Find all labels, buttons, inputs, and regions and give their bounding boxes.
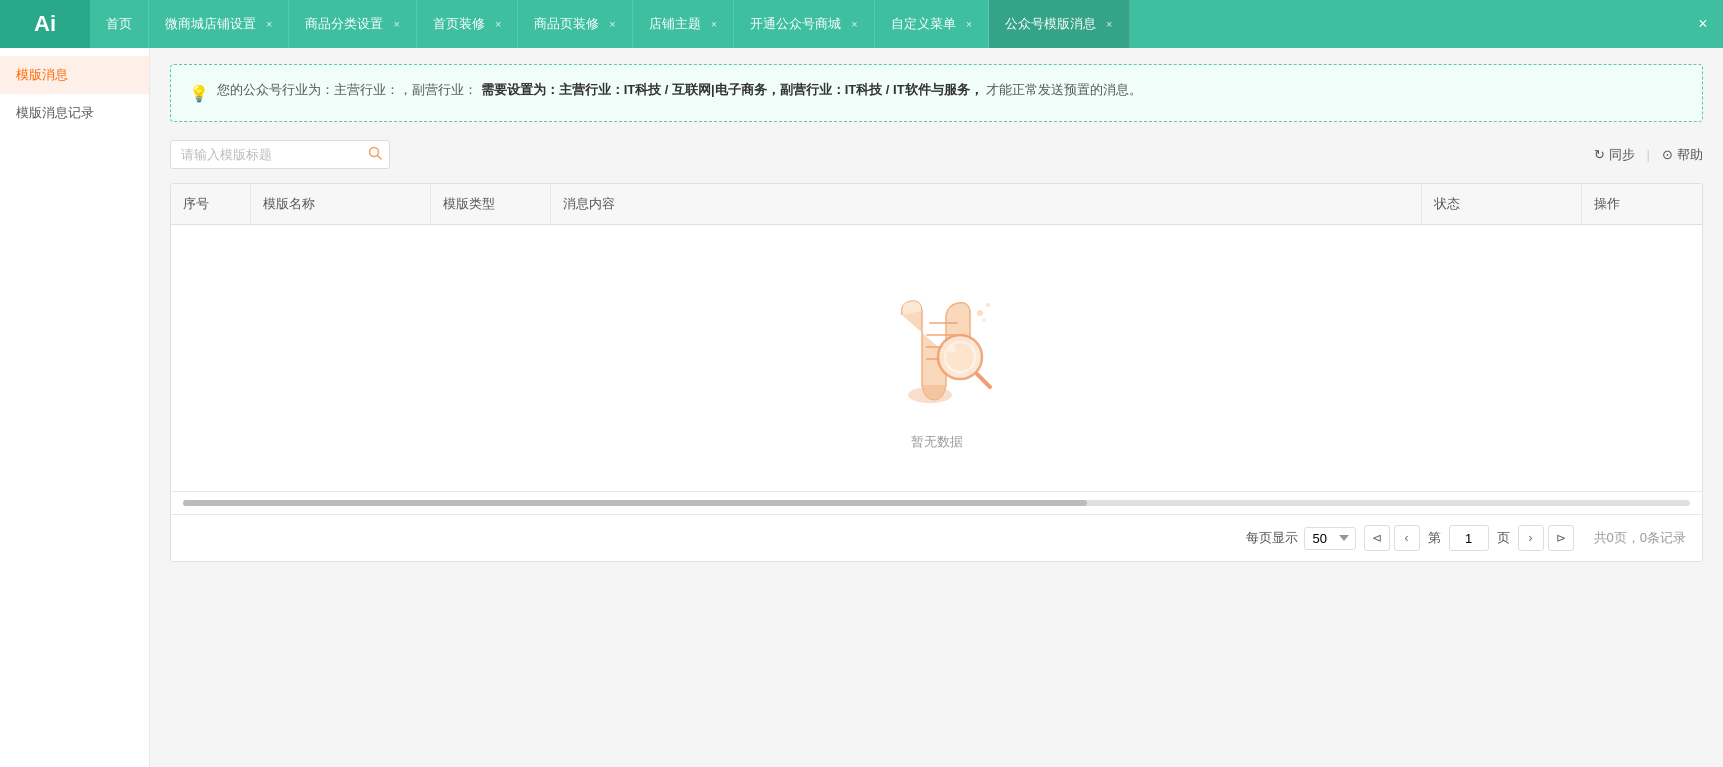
sidebar: 模版消息模版消息记录 [0, 48, 150, 767]
th-action: 操作 [1582, 184, 1702, 224]
current-page-input[interactable] [1449, 525, 1489, 551]
close-tab-product-category[interactable]: × [393, 18, 399, 30]
page-size-select: 每页显示 102050100 [1246, 527, 1356, 550]
logo: Ai [0, 0, 90, 48]
page-size-dropdown[interactable]: 102050100 [1304, 527, 1356, 550]
page-nav: ⊲ ‹ 第 页 › ⊳ [1364, 525, 1574, 551]
pagination: 每页显示 102050100 ⊲ ‹ 第 页 › ⊳ 共0页，0条记录 [171, 514, 1702, 561]
nav-tab-open-mall[interactable]: 开通公众号商城× [734, 0, 874, 48]
close-tab-custom-menu[interactable]: × [966, 18, 972, 30]
close-tab-wshop-settings[interactable]: × [266, 18, 272, 30]
svg-line-1 [378, 156, 382, 160]
total-info: 共0页，0条记录 [1594, 529, 1686, 547]
nav-tab-custom-menu[interactable]: 自定义菜单× [875, 0, 989, 48]
last-page-button[interactable]: ⊳ [1548, 525, 1574, 551]
empty-svg [872, 285, 1002, 415]
page-label: 页 [1497, 529, 1510, 547]
th-seq: 序号 [171, 184, 251, 224]
help-button[interactable]: ⊙ 帮助 [1662, 146, 1703, 164]
content-area: 💡 您的公众号行业为：主营行业：，副营行业： 需要设置为：主营行业：IT科技 /… [150, 48, 1723, 767]
close-tab-shop-theme[interactable]: × [711, 18, 717, 30]
first-page-button[interactable]: ⊲ [1364, 525, 1390, 551]
page-di-label: 第 [1428, 529, 1441, 547]
search-left [170, 140, 390, 169]
notice-box: 💡 您的公众号行业为：主营行业：，副营行业： 需要设置为：主营行业：IT科技 /… [170, 64, 1703, 122]
top-nav: Ai 首页微商城店铺设置×商品分类设置×首页装修×商品页装修×店铺主题×开通公众… [0, 0, 1723, 48]
page-size-label: 每页显示 [1246, 529, 1298, 547]
empty-state: 暂无数据 [171, 225, 1702, 491]
nav-tab-home-decor[interactable]: 首页装修× [417, 0, 518, 48]
table-wrap: 序号模版名称模版类型消息内容状态操作 [170, 183, 1703, 562]
divider: | [1647, 147, 1650, 162]
search-input-wrap [170, 140, 390, 169]
notice-prefix: 您的公众号行业为：主营行业：，副营行业： [217, 82, 477, 97]
table-header: 序号模版名称模版类型消息内容状态操作 [171, 184, 1702, 225]
svg-point-12 [977, 310, 983, 316]
svg-point-14 [982, 318, 986, 322]
nav-tab-wshop-settings[interactable]: 微商城店铺设置× [149, 0, 289, 48]
help-circle-icon: ⊙ [1662, 147, 1673, 162]
nav-tab-product-category[interactable]: 商品分类设置× [289, 0, 416, 48]
notice-icon: 💡 [189, 80, 209, 107]
sidebar-item-template-msg[interactable]: 模版消息 [0, 56, 149, 94]
nav-tab-product-decor[interactable]: 商品页装修× [518, 0, 632, 48]
logo-text: Ai [34, 11, 56, 37]
close-all-tabs-button[interactable]: × [1683, 0, 1723, 48]
nav-tab-shop-theme[interactable]: 店铺主题× [633, 0, 734, 48]
th-name: 模版名称 [251, 184, 431, 224]
search-input[interactable] [170, 140, 390, 169]
close-tab-open-mall[interactable]: × [851, 18, 857, 30]
horizontal-scrollbar[interactable] [183, 500, 1690, 506]
th-type: 模版类型 [431, 184, 551, 224]
nav-tabs: 首页微商城店铺设置×商品分类设置×首页装修×商品页装修×店铺主题×开通公众号商城… [90, 0, 1683, 48]
sync-label: 同步 [1609, 146, 1635, 164]
scrollbar-thumb[interactable] [183, 500, 1087, 506]
next-page-button[interactable]: › [1518, 525, 1544, 551]
search-button[interactable] [368, 146, 382, 163]
main-layout: 模版消息模版消息记录 💡 您的公众号行业为：主营行业：，副营行业： 需要设置为：… [0, 48, 1723, 767]
th-status: 状态 [1422, 184, 1582, 224]
svg-point-13 [986, 303, 990, 307]
sync-button[interactable]: ↻ 同步 [1594, 146, 1635, 164]
close-tab-template-msg[interactable]: × [1106, 18, 1112, 30]
search-bar: ↻ 同步 | ⊙ 帮助 [170, 140, 1703, 169]
svg-line-10 [977, 374, 990, 387]
help-label: 帮助 [1677, 146, 1703, 164]
svg-point-11 [948, 345, 956, 353]
close-tab-product-decor[interactable]: × [609, 18, 615, 30]
empty-text: 暂无数据 [911, 433, 963, 451]
nav-tab-home[interactable]: 首页 [90, 0, 149, 48]
prev-page-button[interactable]: ‹ [1394, 525, 1420, 551]
sidebar-item-template-msg-log[interactable]: 模版消息记录 [0, 94, 149, 132]
search-right: ↻ 同步 | ⊙ 帮助 [1594, 146, 1703, 164]
search-icon [368, 146, 382, 160]
scrollbar-area [171, 491, 1702, 514]
notice-highlight: 需要设置为：主营行业：IT科技 / 互联网|电子商务，副营行业：IT科技 / I… [481, 82, 983, 97]
sync-icon: ↻ [1594, 147, 1605, 162]
empty-illustration [872, 285, 1002, 415]
notice-text: 您的公众号行业为：主营行业：，副营行业： 需要设置为：主营行业：IT科技 / 互… [217, 79, 1142, 101]
notice-suffix: 才能正常发送预置的消息。 [986, 82, 1142, 97]
nav-tab-template-msg[interactable]: 公众号模版消息× [989, 0, 1129, 48]
close-tab-home-decor[interactable]: × [495, 18, 501, 30]
th-content: 消息内容 [551, 184, 1422, 224]
